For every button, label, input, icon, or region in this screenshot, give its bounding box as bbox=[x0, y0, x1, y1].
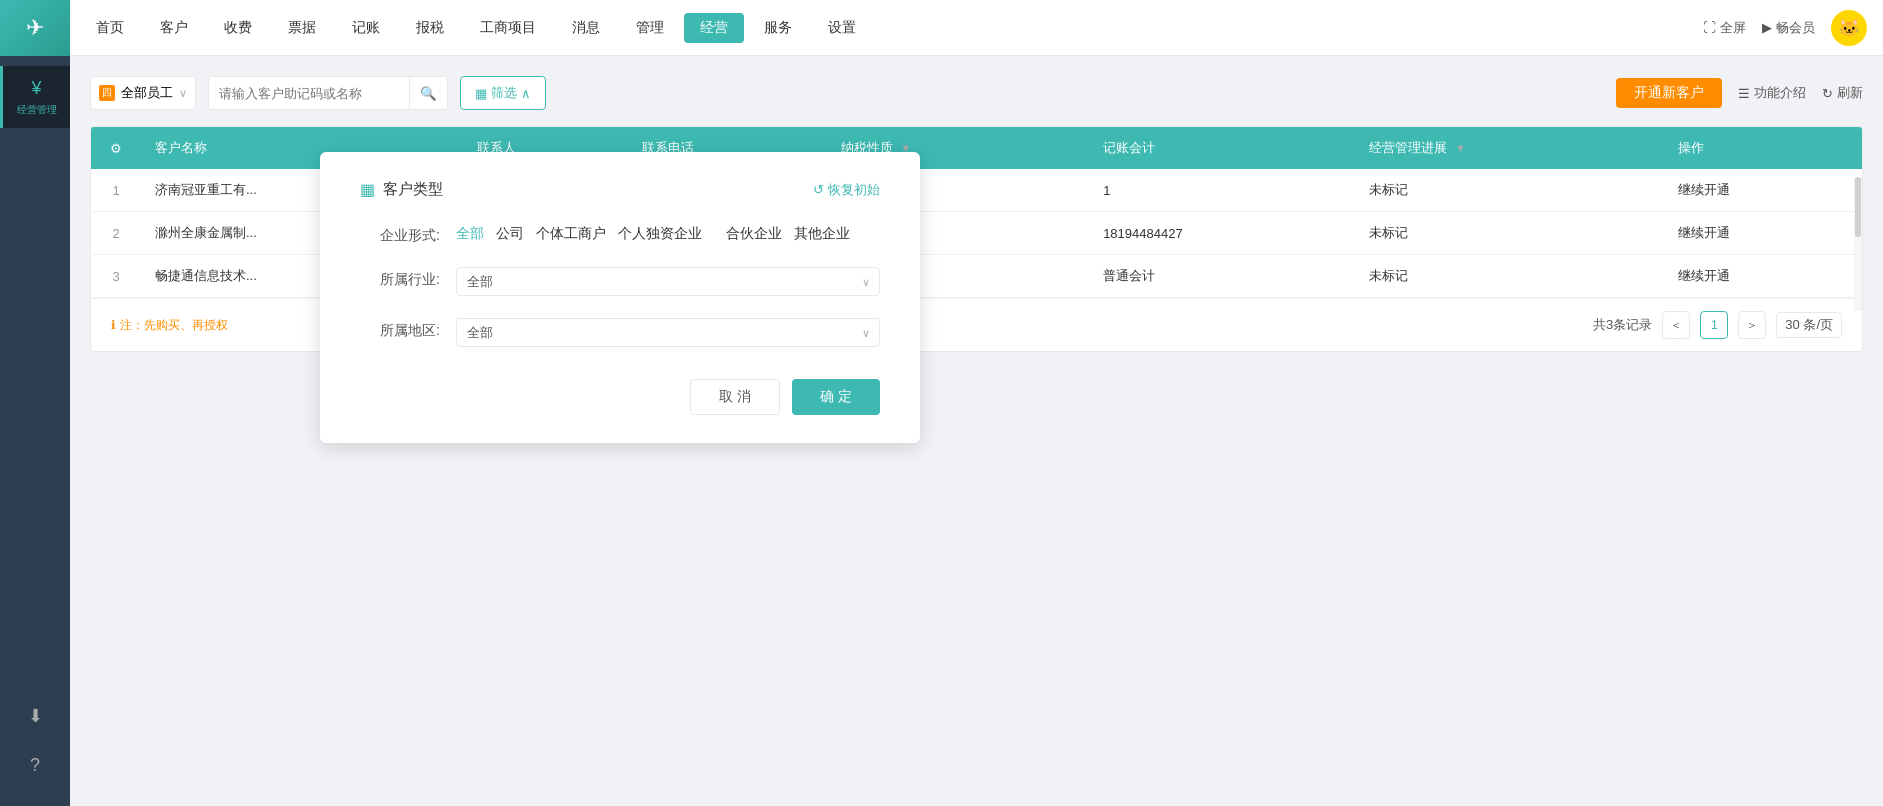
nav-item-bizproject[interactable]: 工商项目 bbox=[464, 13, 552, 43]
filter-panel-icon: ▦ bbox=[360, 180, 375, 199]
employee-select-icon: 四 bbox=[99, 85, 115, 101]
nav-item-settings[interactable]: 设置 bbox=[812, 13, 872, 43]
col-accountant: 记账会计 bbox=[1089, 127, 1355, 169]
nav-items: 首页 客户 收费 票据 记账 报税 工商项目 消息 管理 经营 服务 设置 bbox=[70, 13, 1703, 43]
industry-label: 所属行业: bbox=[360, 267, 440, 289]
sidebar-bottom: ⬇ ? bbox=[0, 695, 70, 806]
progress-filter-icon: ▼ bbox=[1455, 142, 1466, 154]
vip-btn[interactable]: ▶ 畅会员 bbox=[1762, 19, 1815, 37]
logo-area: ✈ bbox=[0, 0, 70, 56]
toolbar-right: 开通新客户 ☰ 功能介绍 ↻ 刷新 bbox=[1616, 78, 1863, 108]
row2-accountant: 18194484427 bbox=[1089, 212, 1355, 255]
sidebar-help-btn[interactable]: ? bbox=[0, 745, 70, 786]
search-input[interactable] bbox=[209, 77, 409, 109]
col-settings[interactable]: ⚙ bbox=[91, 127, 141, 169]
row1-progress: 未标记 bbox=[1355, 169, 1663, 212]
nav-item-business[interactable]: 经营 bbox=[684, 13, 744, 43]
region-select-wrap: 全部 北京 上海 广州 深圳 ∨ bbox=[456, 318, 880, 347]
prev-page-btn[interactable]: ＜ bbox=[1662, 311, 1690, 339]
company-form-options: 全部 公司 个体工商户 个人独资企业 合伙企业 其他企业 bbox=[456, 223, 880, 245]
top-navigation: ✈ 首页 客户 收费 票据 记账 报税 工商项目 消息 管理 经营 服务 设置 … bbox=[0, 0, 1883, 56]
filter-confirm-button[interactable]: 确 定 bbox=[792, 379, 880, 415]
nav-item-accounting[interactable]: 记账 bbox=[336, 13, 396, 43]
row2-no: 2 bbox=[91, 212, 141, 255]
industry-select[interactable]: 全部 制造业 服务业 零售业 建筑业 bbox=[456, 267, 880, 296]
download-icon: ⬇ bbox=[28, 705, 43, 727]
restore-initial-btn[interactable]: ↺ 恢复初始 bbox=[813, 181, 880, 199]
form-option-partnership[interactable]: 合伙企业 bbox=[726, 223, 782, 245]
industry-select-wrap: 全部 制造业 服务业 零售业 建筑业 ∨ bbox=[456, 267, 880, 296]
col-action: 操作 bbox=[1664, 127, 1862, 169]
filter-panel-header: ▦ 客户类型 ↺ 恢复初始 bbox=[360, 180, 880, 199]
logo-icon: ✈ bbox=[26, 15, 44, 41]
refresh-icon: ↻ bbox=[1822, 86, 1833, 101]
row2-action[interactable]: 继续开通 bbox=[1664, 212, 1862, 255]
refresh-button[interactable]: ↻ 刷新 bbox=[1822, 84, 1863, 102]
row1-action[interactable]: 继续开通 bbox=[1664, 169, 1862, 212]
filter-icon: ▦ bbox=[475, 86, 487, 101]
filter-button[interactable]: ▦ 筛选 ∧ bbox=[460, 76, 546, 110]
fullscreen-icon: ⛶ bbox=[1703, 20, 1716, 35]
row1-no: 1 bbox=[91, 169, 141, 212]
row3-progress: 未标记 bbox=[1355, 255, 1663, 298]
nav-item-home[interactable]: 首页 bbox=[80, 13, 140, 43]
filter-cancel-button[interactable]: 取 消 bbox=[690, 379, 780, 415]
sidebar-download-btn[interactable]: ⬇ bbox=[0, 695, 70, 737]
row3-no: 3 bbox=[91, 255, 141, 298]
sidebar-item-business-management[interactable]: ¥ 经营管理 bbox=[0, 66, 70, 128]
form-option-company[interactable]: 公司 bbox=[496, 223, 524, 245]
company-form-label: 企业形式: bbox=[360, 223, 440, 245]
filter-panel-footer: 取 消 确 定 bbox=[360, 379, 880, 415]
row3-action[interactable]: 继续开通 bbox=[1664, 255, 1862, 298]
employee-filter-select[interactable]: 四 全部员工 ∨ bbox=[90, 76, 196, 110]
scrollbar-thumb bbox=[1855, 177, 1861, 237]
row2-progress: 未标记 bbox=[1355, 212, 1663, 255]
notice-text: ℹ 注：先购买、再授权 bbox=[111, 317, 228, 334]
row3-accountant: 普通会计 bbox=[1089, 255, 1355, 298]
chevron-down-icon: ∨ bbox=[179, 87, 187, 100]
total-records: 共3条记录 bbox=[1593, 316, 1652, 334]
filter-chevron-up-icon: ∧ bbox=[521, 86, 531, 101]
company-form-row: 企业形式: 全部 公司 个体工商户 个人独资企业 合伙企业 其他企业 bbox=[360, 223, 880, 245]
nav-item-fee[interactable]: 收费 bbox=[208, 13, 268, 43]
toolbar: 四 全部员工 ∨ 🔍 ▦ 筛选 ∧ 开通新客户 ☰ 功能介绍 ↻ 刷新 bbox=[90, 76, 1863, 110]
region-select[interactable]: 全部 北京 上海 广州 深圳 bbox=[456, 318, 880, 347]
nav-item-service[interactable]: 服务 bbox=[748, 13, 808, 43]
page-size-selector[interactable]: 30 条/页 bbox=[1776, 312, 1842, 338]
col-progress[interactable]: 经营管理进展 ▼ bbox=[1355, 127, 1663, 169]
vip-icon: ▶ bbox=[1762, 20, 1772, 35]
form-option-sole[interactable]: 个体工商户 bbox=[536, 223, 606, 245]
help-icon: ? bbox=[30, 755, 40, 776]
fullscreen-btn[interactable]: ⛶ 全屏 bbox=[1703, 19, 1746, 37]
info-icon: ℹ bbox=[111, 318, 116, 332]
form-option-individual[interactable]: 个人独资企业 bbox=[618, 223, 702, 245]
next-page-btn[interactable]: ＞ bbox=[1738, 311, 1766, 339]
form-option-other[interactable]: 其他企业 bbox=[794, 223, 850, 245]
region-row: 所属地区: 全部 北京 上海 广州 深圳 ∨ bbox=[360, 318, 880, 347]
func-intro-icon: ☰ bbox=[1738, 86, 1750, 101]
nav-item-message[interactable]: 消息 bbox=[556, 13, 616, 43]
vertical-scrollbar[interactable] bbox=[1854, 177, 1862, 311]
sidebar: ¥ 经营管理 ⬇ ? bbox=[0, 56, 70, 806]
func-intro-btn[interactable]: ☰ 功能介绍 bbox=[1738, 84, 1806, 102]
business-management-icon: ¥ bbox=[31, 78, 41, 99]
nav-item-tax[interactable]: 报税 bbox=[400, 13, 460, 43]
search-input-wrap: 🔍 bbox=[208, 76, 448, 110]
nav-item-customer[interactable]: 客户 bbox=[144, 13, 204, 43]
restore-icon: ↺ bbox=[813, 182, 824, 197]
row1-accountant: 1 bbox=[1089, 169, 1355, 212]
current-page-btn[interactable]: 1 bbox=[1700, 311, 1728, 339]
open-new-customer-button[interactable]: 开通新客户 bbox=[1616, 78, 1722, 108]
user-avatar[interactable]: 🐱 bbox=[1831, 10, 1867, 46]
industry-row: 所属行业: 全部 制造业 服务业 零售业 建筑业 ∨ bbox=[360, 267, 880, 296]
form-option-all[interactable]: 全部 bbox=[456, 223, 484, 245]
region-label: 所属地区: bbox=[360, 318, 440, 340]
search-button[interactable]: 🔍 bbox=[409, 77, 447, 109]
nav-item-ticket[interactable]: 票据 bbox=[272, 13, 332, 43]
nav-right: ⛶ 全屏 ▶ 畅会员 🐱 bbox=[1703, 10, 1883, 46]
filter-panel-title: ▦ 客户类型 bbox=[360, 180, 443, 199]
nav-item-manage[interactable]: 管理 bbox=[620, 13, 680, 43]
filter-panel: ▦ 客户类型 ↺ 恢复初始 企业形式: 全部 公司 个体工商户 个人独资企业 合… bbox=[320, 152, 920, 443]
